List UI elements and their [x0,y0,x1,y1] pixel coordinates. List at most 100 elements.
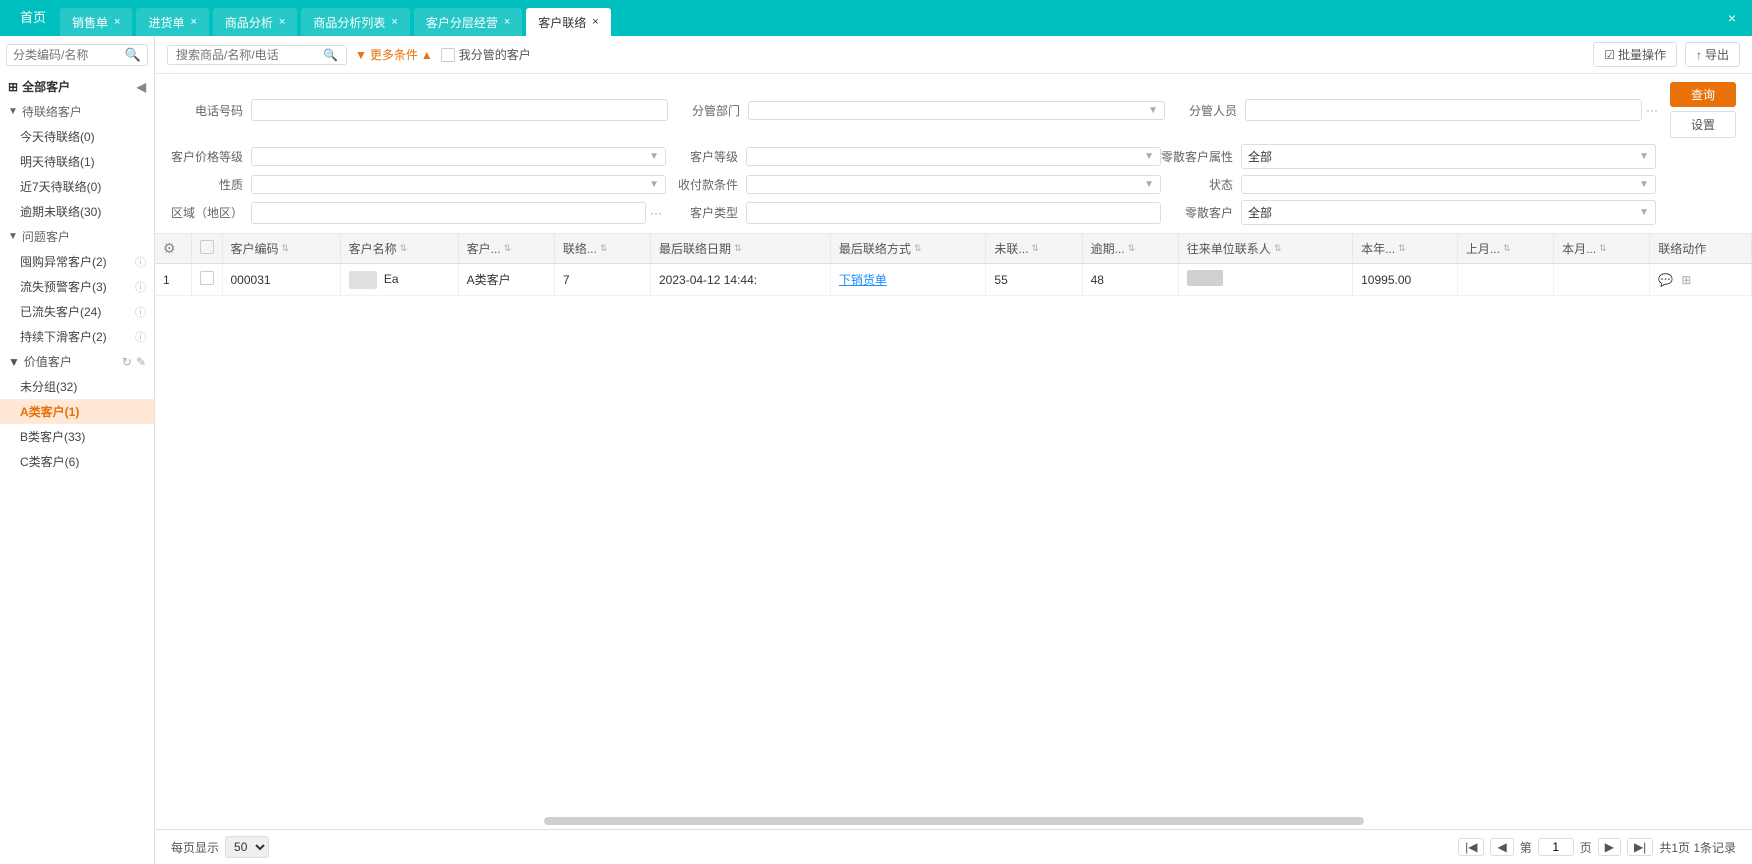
cust-level-select[interactable]: ▼ [746,147,1161,166]
sidebar-item-ungrouped[interactable]: 未分组(32) [0,374,154,399]
filter-cust-type: 客户类型 [666,202,1161,224]
contact-method-link[interactable]: 下销货单 [839,273,887,287]
nav-home[interactable]: 首页 [8,0,58,36]
manager-dots-icon[interactable]: ··· [1642,103,1662,117]
filter-search-input[interactable] [176,48,323,62]
sidebar-item-7days[interactable]: 近7天待联络(0) [0,174,154,199]
sidebar-search-input[interactable] [13,48,125,62]
phone-input[interactable] [251,99,668,121]
col-type[interactable]: 客户... ⇅ [458,234,554,264]
chat-action-icon[interactable]: 💬 [1658,273,1673,287]
sort-year-icon: ⇅ [1398,243,1406,254]
close-tab-sales[interactable]: × [114,16,120,28]
region-dots-icon[interactable]: ··· [646,206,666,220]
sidebar-item-c-class[interactable]: C类客户(6) [0,449,154,474]
col-last-month[interactable]: 上月... ⇅ [1457,234,1553,264]
row-checkbox[interactable] [200,271,214,285]
manager-input[interactable] [1245,99,1642,121]
main-layout: 🔍 ⊞ 全部客户 ◀ ▼ 待联络客户 今天待联络(0) 明天待联络(1) 近7天… [0,36,1752,864]
batch-op-button[interactable]: ☑ 批量操作 [1593,42,1677,67]
col-this-month[interactable]: 本月... ⇅ [1554,234,1650,264]
col-last-date[interactable]: 最后联络日期 ⇅ [651,234,831,264]
close-tab-analysis[interactable]: × [279,16,285,28]
cust-type-input[interactable] [746,202,1161,224]
page-size-select[interactable]: 50 [225,836,269,858]
sidebar-item-overdue[interactable]: 逾期未联络(30) [0,199,154,224]
col-checkbox [191,234,222,264]
refresh-icon[interactable]: ↻ [122,355,132,369]
sidebar-item-declining[interactable]: 持续下滑客户(2) ⓘ [0,324,154,349]
grid-icon: ⊞ [8,80,18,94]
sidebar-item-tomorrow[interactable]: 明天待联络(1) [0,149,154,174]
sidebar-item-today[interactable]: 今天待联络(0) [0,124,154,149]
table-row: 1 000031 Ea A类客户 7 2023-04-12 14:44: [155,264,1752,296]
nav-tab-customer-contact[interactable]: 客户联络 × [526,8,610,36]
prev-page-button[interactable]: ◀ [1490,838,1513,856]
cell-last-method[interactable]: 下销货单 [830,264,986,296]
sidebar-item-b-class[interactable]: B类客户(33) [0,424,154,449]
price-level-select[interactable]: ▼ [251,147,666,166]
close-tab-customer-contact[interactable]: × [592,16,598,28]
sidebar-group-value[interactable]: ▼ 价值客户 ↻ ✎ [0,349,154,374]
col-this-year[interactable]: 本年... ⇅ [1353,234,1458,264]
first-page-button[interactable]: |◀ [1458,838,1484,856]
nav-tab-purchase[interactable]: 进货单 × [136,8,208,36]
query-button[interactable]: 查询 [1670,82,1736,107]
close-all-button[interactable]: × [1720,10,1744,26]
pagination-right: |◀ ◀ 第 页 ▶ ▶| 共1页 1条记录 [1458,838,1736,856]
collapse-sidebar-icon[interactable]: ◀ [137,80,146,94]
col-overdue[interactable]: 逾期... ⇅ [1082,234,1178,264]
company-contact-avatar [1187,270,1223,286]
nav-tab-sales[interactable]: 销售单 × [60,8,132,36]
sidebar-group-waiting[interactable]: ▼ 待联络客户 [0,99,154,124]
nature-select[interactable]: ▼ [251,175,666,194]
dept-select[interactable]: ▼ [748,101,1165,120]
sidebar-item-churned[interactable]: 已流失客户(24) ⓘ [0,299,154,324]
more-filter-button[interactable]: ▼ 更多条件 ▲ [355,46,433,63]
settings-button[interactable]: 设置 [1670,111,1736,138]
cell-company-contact [1178,264,1352,296]
scrollbar-area [155,813,1752,829]
retail-attr-label: 零散客户属性 [1161,148,1241,165]
sort-last-month-icon: ⇅ [1503,243,1511,254]
cell-no-contact: 55 [986,264,1082,296]
close-tab-analysis-list[interactable]: × [391,16,397,28]
edit-icon[interactable]: ✎ [136,355,146,369]
cell-this-year: 10995.00 [1353,264,1458,296]
close-tab-purchase[interactable]: × [190,16,196,28]
grid-action-icon[interactable]: ⊞ [1681,273,1691,287]
nav-tab-customer-mgr[interactable]: 客户分层经营 × [414,8,522,36]
sidebar-item-abnormal[interactable]: 囤购异常客户(2) ⓘ [0,249,154,274]
payment-select[interactable]: ▼ [746,175,1161,194]
current-page-input[interactable] [1538,838,1574,856]
nav-tab-analysis[interactable]: 商品分析 × [213,8,297,36]
sidebar-item-a-class[interactable]: A类客户(1) [0,399,154,424]
table-settings-gear-icon[interactable]: ⚙ [163,240,176,256]
data-table: ⚙ 客户编码 ⇅ 客户名称 [155,234,1752,296]
export-button[interactable]: ↑ 导出 [1685,42,1740,67]
my-customers-checkbox[interactable] [441,48,455,62]
col-no-contact[interactable]: 未联... ⇅ [986,234,1082,264]
col-contact-count[interactable]: 联络... ⇅ [554,234,650,264]
col-name[interactable]: 客户名称 ⇅ [340,234,458,264]
status-select[interactable]: ▼ [1241,175,1656,194]
cust-level-chevron-icon: ▼ [1144,151,1154,162]
select-all-checkbox[interactable] [200,240,214,254]
sidebar-group-problems[interactable]: ▼ 问题客户 [0,224,154,249]
region-input[interactable] [251,202,646,224]
cust-type-label: 客户类型 [666,204,746,221]
last-page-button[interactable]: ▶| [1627,838,1653,856]
sidebar-item-churn-warn[interactable]: 流失预警客户(3) ⓘ [0,274,154,299]
close-tab-customer-mgr[interactable]: × [504,16,510,28]
retail-attr-chevron-icon: ▼ [1639,151,1649,162]
col-company-contact[interactable]: 往来单位联系人 ⇅ [1178,234,1352,264]
all-customers-header[interactable]: ⊞ 全部客户 ◀ [0,74,154,99]
retail-cust-select[interactable]: 全部 ▼ [1241,200,1656,225]
nav-tab-analysis-list[interactable]: 商品分析列表 × [301,8,409,36]
retail-attr-select[interactable]: 全部 ▼ [1241,144,1656,169]
next-page-button[interactable]: ▶ [1598,838,1621,856]
my-customers-checkbox-container[interactable]: 我分管的客户 [441,46,531,63]
col-code[interactable]: 客户编码 ⇅ [222,234,340,264]
horizontal-scrollbar[interactable] [544,817,1364,825]
col-last-method[interactable]: 最后联络方式 ⇅ [830,234,986,264]
